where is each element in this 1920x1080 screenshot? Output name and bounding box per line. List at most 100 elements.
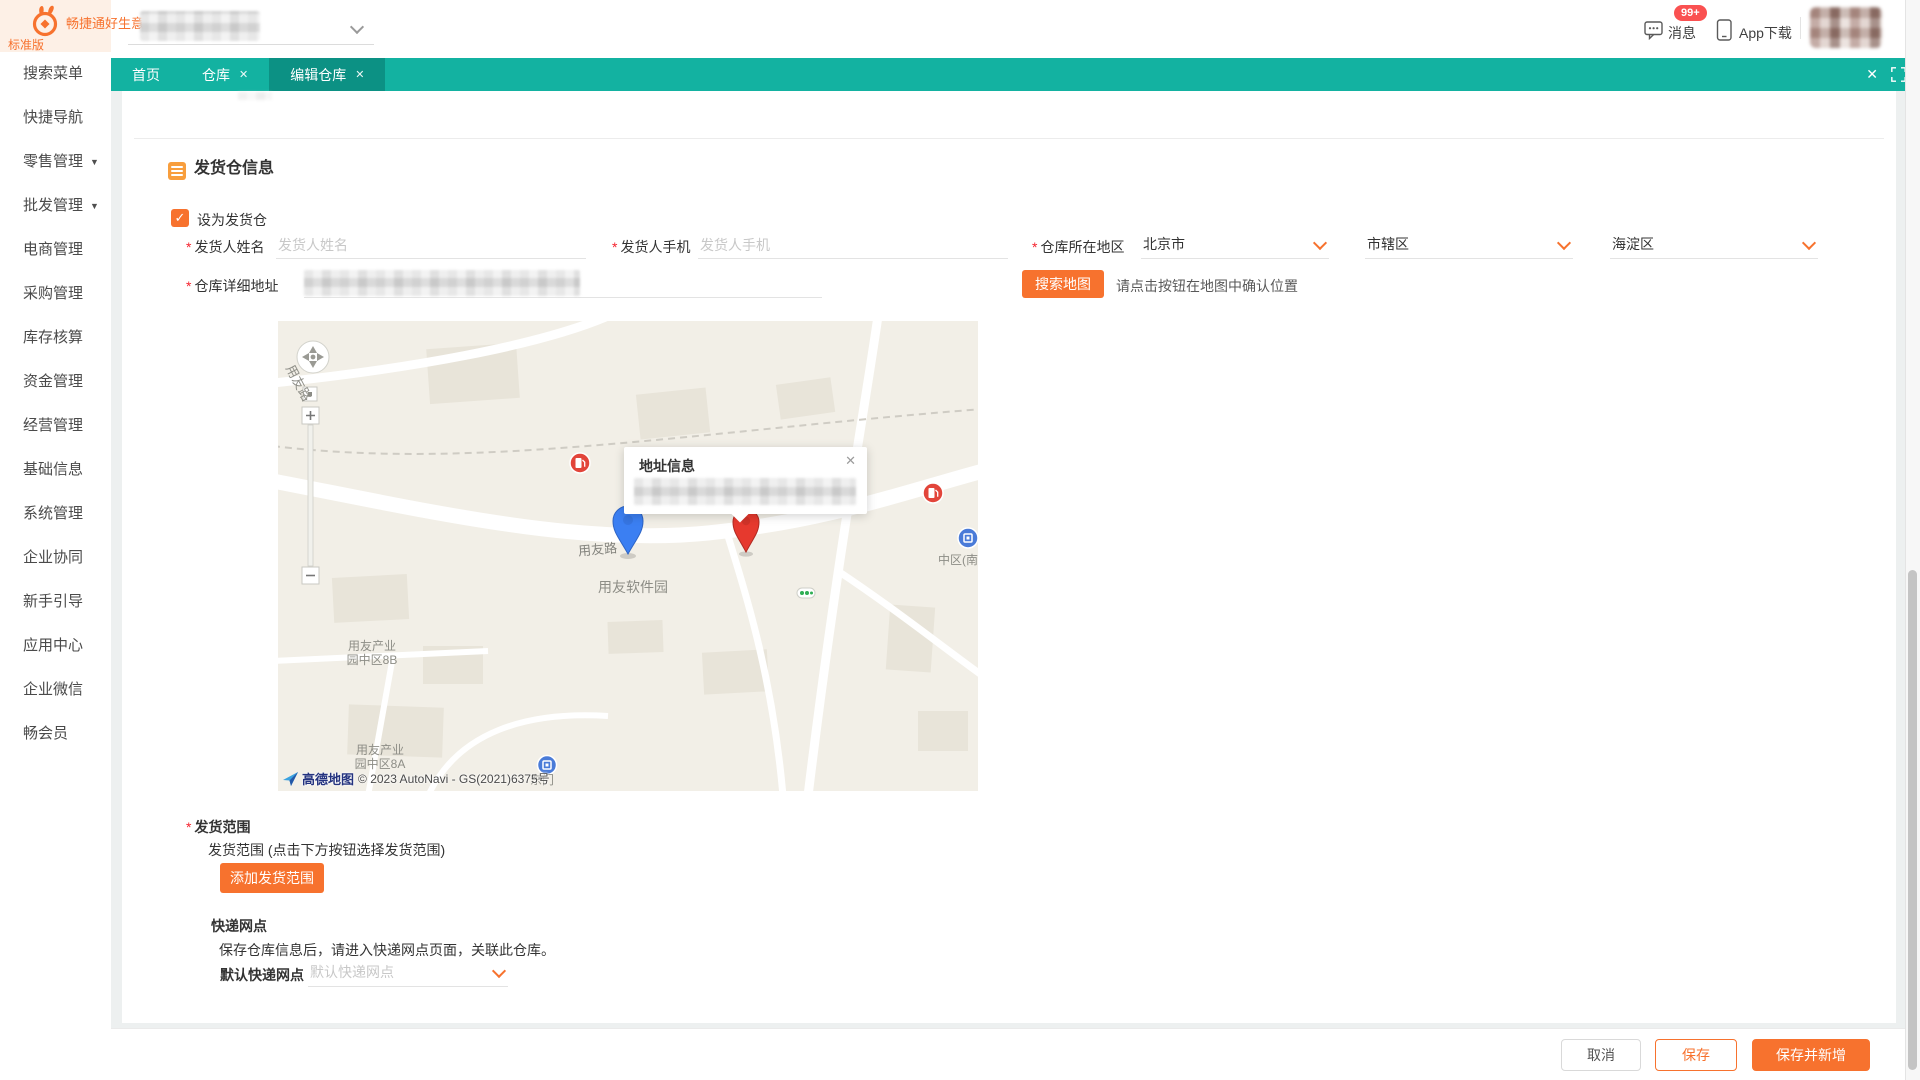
tab-label: 编辑仓库 bbox=[290, 66, 347, 83]
tab-label: 首页 bbox=[132, 66, 160, 83]
chevron-down-icon bbox=[491, 963, 507, 979]
map-hint: 请点击按钮在地图中确认位置 bbox=[1116, 278, 1298, 294]
sidebar-item-wholesale[interactable]: 批发管理 ▼ bbox=[0, 184, 111, 228]
tab-edit-warehouse[interactable]: 编辑仓库 ✕ bbox=[269, 58, 386, 91]
header-divider bbox=[1800, 17, 1801, 39]
tab-bar: 首页 仓库 ✕ 编辑仓库 ✕ ✕ bbox=[111, 58, 1920, 91]
courier-note: 保存仓库信息后，请进入快递网点页面，关联此仓库。 bbox=[219, 942, 555, 958]
required-asterisk: * bbox=[186, 819, 192, 835]
sidebar-item-basic-info[interactable]: 基础信息 bbox=[0, 448, 111, 492]
company-select-underline bbox=[128, 44, 374, 45]
messages-label[interactable]: 消息 bbox=[1668, 23, 1696, 43]
city-select[interactable]: 市辖区 bbox=[1365, 231, 1573, 259]
default-courier-select[interactable]: 默认快递网点 bbox=[308, 959, 508, 987]
region-label: * 仓库所在地区 bbox=[1032, 239, 1125, 255]
sidebar-item-retail[interactable]: 零售管理 ▼ bbox=[0, 140, 111, 184]
popup-close-icon[interactable]: ✕ bbox=[845, 453, 856, 469]
cancel-button[interactable]: 取消 bbox=[1561, 1039, 1641, 1071]
tab-close-icon[interactable]: ✕ bbox=[355, 68, 364, 81]
sidebar-item-app-center[interactable]: 应用中心 bbox=[0, 624, 111, 668]
gaode-logo-icon bbox=[283, 771, 298, 786]
scrollbar-thumb[interactable] bbox=[1908, 570, 1917, 1070]
chevron-down-icon bbox=[1312, 235, 1328, 251]
map-canvas bbox=[278, 321, 978, 791]
search-map-button[interactable]: 搜索地图 bbox=[1022, 270, 1104, 298]
park-label: 用友软件园 bbox=[598, 579, 668, 595]
clipped-content-fragment bbox=[238, 92, 272, 100]
tab-close-icon[interactable]: ✕ bbox=[239, 68, 248, 81]
save-button[interactable]: 保存 bbox=[1655, 1039, 1737, 1071]
road-label: 用友路 bbox=[577, 540, 618, 559]
sidebar: 搜索菜单 快捷导航 零售管理 ▼ 批发管理 ▼ 电商管理 采购管理 库存核算 资金管… bbox=[0, 52, 111, 1080]
top-header: 畅捷通好生意 标准版 消息 99+ App下载 bbox=[0, 0, 1920, 58]
caret-down-icon: ▼ bbox=[90, 201, 99, 211]
check-icon: ✓ bbox=[174, 210, 186, 225]
section-list-icon bbox=[168, 162, 186, 180]
section-title: 发货仓信息 bbox=[194, 160, 275, 177]
required-asterisk: * bbox=[186, 278, 192, 294]
caret-down-icon: ▼ bbox=[90, 157, 99, 167]
province-select[interactable]: 北京市 bbox=[1141, 231, 1329, 259]
brand-bunny-icon bbox=[32, 5, 58, 37]
logo-block: 畅捷通好生意 标准版 bbox=[0, 0, 144, 56]
sidebar-item-quick-nav[interactable]: 快捷导航 bbox=[0, 96, 111, 140]
messages-badge: 99+ bbox=[1674, 5, 1707, 21]
map-provider: 高德地图 bbox=[302, 772, 355, 787]
sidebar-item-inventory[interactable]: 库存核算 bbox=[0, 316, 111, 360]
message-icon[interactable] bbox=[1644, 21, 1664, 40]
form-card: 发货仓信息 ✓ 设为发货仓 *发货人姓名 *发货人手机 *仓库所在地区 北京市 … bbox=[122, 91, 1896, 1023]
map-zoom-slider bbox=[307, 424, 314, 567]
sidebar-item-operations[interactable]: 经营管理 bbox=[0, 404, 111, 448]
popup-address-redacted bbox=[634, 478, 856, 505]
company-name-redacted bbox=[140, 11, 260, 41]
fullscreen-icon[interactable] bbox=[1891, 67, 1906, 82]
consignor-name-label: * 发货人姓名 bbox=[186, 239, 265, 255]
sidebar-item-search-menu[interactable]: 搜索菜单 bbox=[0, 52, 111, 96]
bus-stop-icon bbox=[796, 587, 816, 599]
courier-title: 快递网点 bbox=[211, 918, 267, 934]
sidebar-item-collaboration[interactable]: 企业协同 bbox=[0, 536, 111, 580]
chevron-down-icon[interactable] bbox=[349, 19, 365, 35]
sidebar-item-member[interactable]: 畅会员 bbox=[0, 712, 111, 756]
avatar[interactable] bbox=[1810, 7, 1882, 48]
map-attribution: 高德地图 © 2023 AutoNavi - GS(2021)6375号 bbox=[282, 769, 550, 788]
consignor-name-input[interactable] bbox=[276, 232, 586, 259]
map-zoom-out-control bbox=[301, 566, 320, 585]
sidebar-item-system[interactable]: 系统管理 bbox=[0, 492, 111, 536]
consignor-phone-input[interactable] bbox=[698, 232, 1008, 259]
map-copyright: © 2023 AutoNavi - GS(2021)6375号 bbox=[358, 772, 550, 786]
gate-icon bbox=[957, 527, 978, 549]
sidebar-item-beginner-guide[interactable]: 新手引导 bbox=[0, 580, 111, 624]
brand-name: 畅捷通好生意 bbox=[66, 16, 145, 31]
app-download-label[interactable]: App下载 bbox=[1739, 23, 1792, 43]
map-zoom-in-control bbox=[301, 406, 320, 425]
popup-title: 地址信息 bbox=[639, 458, 695, 474]
sidebar-item-funds[interactable]: 资金管理 bbox=[0, 360, 111, 404]
mid-zone-label: 中区(南 bbox=[938, 553, 978, 567]
close-all-tabs-icon[interactable]: ✕ bbox=[1866, 66, 1878, 82]
page-scrollbar[interactable] bbox=[1905, 0, 1920, 1080]
district-select[interactable]: 海淀区 bbox=[1610, 231, 1818, 259]
tab-home[interactable]: 首页 bbox=[111, 58, 181, 91]
scope-label: * 发货范围 bbox=[186, 819, 251, 835]
sidebar-item-procurement[interactable]: 采购管理 bbox=[0, 272, 111, 316]
sidebar-item-ecommerce[interactable]: 电商管理 bbox=[0, 228, 111, 272]
address-value-redacted bbox=[304, 270, 580, 296]
sidebar-item-wecom[interactable]: 企业微信 bbox=[0, 668, 111, 712]
set-shipping-warehouse-checkbox[interactable]: ✓ bbox=[171, 209, 189, 227]
map[interactable]: 用友路 用友路 用友软件园 用友产业 园中区8B 用友产业 园中区8A 东门 中… bbox=[278, 321, 978, 791]
tab-warehouse[interactable]: 仓库 ✕ bbox=[181, 58, 269, 91]
required-asterisk: * bbox=[1032, 239, 1038, 255]
app-window: 畅捷通好生意 标准版 消息 99+ App下载 首页 仓库 ✕ 编辑仓库 ✕ ✕… bbox=[0, 0, 1920, 1080]
add-scope-button[interactable]: 添加发货范围 bbox=[220, 863, 324, 893]
card-divider bbox=[134, 138, 1884, 139]
chevron-down-icon bbox=[1801, 235, 1817, 251]
map-address-popup: 地址信息 ✕ bbox=[624, 447, 867, 523]
block-8b-label: 用友产业 园中区8B bbox=[346, 639, 398, 667]
brand-edition: 标准版 bbox=[8, 38, 45, 52]
tab-label: 仓库 bbox=[202, 66, 230, 83]
default-courier-label: 默认快递网点 bbox=[220, 967, 304, 983]
required-asterisk: * bbox=[612, 239, 618, 255]
save-and-new-button[interactable]: 保存并新增 bbox=[1752, 1039, 1870, 1071]
phone-icon[interactable] bbox=[1716, 19, 1733, 41]
